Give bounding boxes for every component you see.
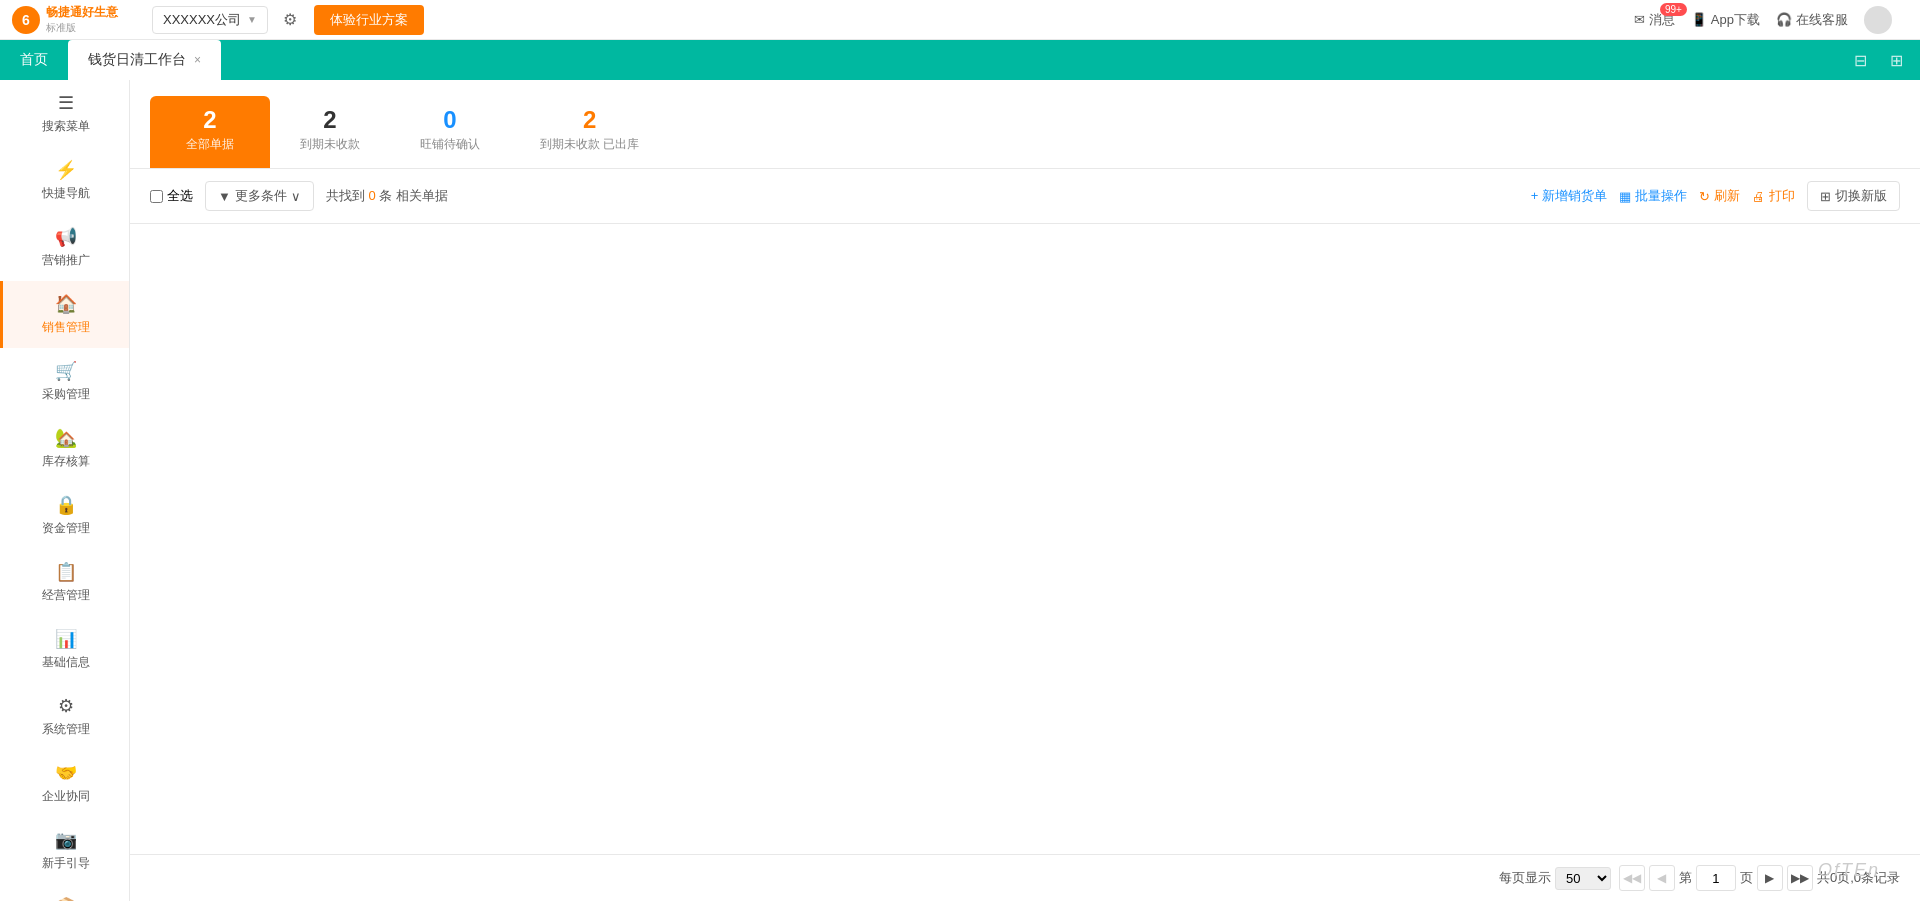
operations-icon: 📋: [55, 561, 77, 583]
user-avatar[interactable]: [1864, 6, 1892, 34]
select-all-checkbox[interactable]: 全选: [150, 187, 193, 205]
sidebar-item-quick-nav[interactable]: ⚡ 快捷导航: [0, 147, 129, 214]
page-size-selector: 每页显示 50 100 200: [1499, 867, 1611, 890]
minimize-icon[interactable]: ⊟: [1846, 46, 1874, 74]
main-layout: ☰ 搜索菜单 ⚡ 快捷导航 📢 营销推广 🏠 销售管理 🛒 采购管理 🏡 库存核…: [0, 80, 1920, 901]
pagination: 每页显示 50 100 200 ◀◀ ◀ 第 页 ▶ ▶▶ 共0页,0条记录: [130, 854, 1920, 901]
sidebar-item-operations[interactable]: 📋 经营管理: [0, 549, 129, 616]
app-download-icon: 📱: [1691, 12, 1707, 27]
stat-tab-pending[interactable]: 0 旺铺待确认: [390, 96, 510, 168]
maximize-icon[interactable]: ⊞: [1882, 46, 1910, 74]
sidebar-item-inventory[interactable]: 🏡 库存核算: [0, 415, 129, 482]
found-text: 共找到 0 条 相关单据: [326, 187, 448, 205]
message-button[interactable]: ✉ 消息 99+: [1634, 11, 1675, 29]
switch-new-version-button[interactable]: ⊞ 切换新版: [1807, 181, 1900, 211]
table-area: [130, 224, 1920, 854]
basic-info-icon: 📊: [55, 628, 77, 650]
message-icon: ✉: [1634, 12, 1645, 27]
stat-tab-all[interactable]: 2 全部单据: [150, 96, 270, 168]
sidebar-item-marketing[interactable]: 📢 营销推广: [0, 214, 129, 281]
first-page-button[interactable]: ◀◀: [1619, 865, 1645, 891]
prev-page-button[interactable]: ◀: [1649, 865, 1675, 891]
stat-tab-overdue[interactable]: 2 到期未收款: [270, 96, 390, 168]
search-menu-icon: ☰: [58, 92, 74, 114]
online-service-button[interactable]: 🎧 在线客服: [1776, 11, 1848, 29]
watermark-text: OfTEn: [1818, 860, 1880, 881]
app-center-icon: 📦: [55, 896, 77, 901]
toolbar: 全选 ▼ 更多条件 ∨ 共找到 0 条 相关单据 + 新增销货单 ▦ 批量操作: [130, 169, 1920, 224]
purchase-icon: 🛒: [55, 360, 77, 382]
tab-cash-daily[interactable]: 钱货日清工作台 ×: [68, 40, 221, 80]
add-sales-order-button[interactable]: + 新增销货单: [1531, 187, 1607, 205]
sales-icon: 🏠: [55, 293, 77, 315]
switch-icon: ⊞: [1820, 189, 1831, 204]
sidebar-item-cooperation[interactable]: 🤝 企业协同: [0, 750, 129, 817]
logo-area: 6 畅捷通好生意 标准版: [12, 4, 142, 35]
app-download-button[interactable]: 📱 App下载: [1691, 11, 1760, 29]
sidebar: ☰ 搜索菜单 ⚡ 快捷导航 📢 营销推广 🏠 销售管理 🛒 采购管理 🏡 库存核…: [0, 80, 130, 901]
quick-nav-icon: ⚡: [55, 159, 77, 181]
print-icon: 🖨: [1752, 189, 1765, 204]
stats-tabs: 2 全部单据 2 到期未收款 0 旺铺待确认 2 到期未收款 已出库: [130, 80, 1920, 169]
top-bar: 6 畅捷通好生意 标准版 XXXXXX公司 ▼ ⚙ 体验行业方案 ✉ 消息 99…: [0, 0, 1920, 40]
settings-icon[interactable]: ⚙: [276, 6, 304, 34]
print-button[interactable]: 🖨 打印: [1752, 187, 1795, 205]
refresh-icon: ↻: [1699, 189, 1710, 204]
tab-home[interactable]: 首页: [0, 40, 68, 80]
sidebar-item-sales[interactable]: 🏠 销售管理: [0, 281, 129, 348]
toolbar-right: + 新增销货单 ▦ 批量操作 ↻ 刷新 🖨 打印 ⊞ 切换新版: [1531, 181, 1900, 211]
next-page-button[interactable]: ▶: [1757, 865, 1783, 891]
filter-icon: ▼: [218, 189, 231, 204]
more-filter-button[interactable]: ▼ 更多条件 ∨: [205, 181, 314, 211]
tab-close-icon[interactable]: ×: [194, 53, 201, 67]
page-size-select-input[interactable]: 50 100 200: [1555, 867, 1611, 890]
filter-dropdown-icon: ∨: [291, 189, 301, 204]
content-area: 2 全部单据 2 到期未收款 0 旺铺待确认 2 到期未收款 已出库 全选: [130, 80, 1920, 901]
system-icon: ⚙: [58, 695, 74, 717]
sidebar-item-search-menu[interactable]: ☰ 搜索菜单: [0, 80, 129, 147]
batch-icon: ▦: [1619, 189, 1631, 204]
sidebar-item-system[interactable]: ⚙ 系统管理: [0, 683, 129, 750]
marketing-icon: 📢: [55, 226, 77, 248]
sidebar-item-capital[interactable]: 🔒 资金管理: [0, 482, 129, 549]
nav-tabs: 首页 钱货日清工作台 × ⊟ ⊞: [0, 40, 1920, 80]
capital-icon: 🔒: [55, 494, 77, 516]
logo-icon: 6: [12, 6, 40, 34]
message-badge: 99+: [1660, 3, 1687, 16]
page-number-input[interactable]: [1696, 865, 1736, 891]
headset-icon: 🎧: [1776, 12, 1792, 27]
top-right-actions: ✉ 消息 99+ 📱 App下载 🎧 在线客服: [1634, 6, 1908, 34]
sidebar-item-app-center[interactable]: 📦 应用中心: [0, 884, 129, 901]
experience-button[interactable]: 体验行业方案: [314, 5, 424, 35]
logo-text: 畅捷通好生意 标准版: [46, 4, 118, 35]
batch-operation-button[interactable]: ▦ 批量操作: [1619, 187, 1687, 205]
sidebar-item-basic-info[interactable]: 📊 基础信息: [0, 616, 129, 683]
last-page-button[interactable]: ▶▶: [1787, 865, 1813, 891]
stat-tab-shipped[interactable]: 2 到期未收款 已出库: [510, 96, 669, 168]
guide-icon: 📷: [55, 829, 77, 851]
sidebar-item-guide[interactable]: 📷 新手引导: [0, 817, 129, 884]
refresh-button[interactable]: ↻ 刷新: [1699, 187, 1740, 205]
select-all-input[interactable]: [150, 190, 163, 203]
inventory-icon: 🏡: [55, 427, 77, 449]
sidebar-item-purchase[interactable]: 🛒 采购管理: [0, 348, 129, 415]
company-selector[interactable]: XXXXXX公司 ▼: [152, 6, 268, 34]
nav-tab-actions: ⊟ ⊞: [1846, 46, 1920, 74]
company-dropdown-arrow: ▼: [247, 14, 257, 25]
cooperation-icon: 🤝: [55, 762, 77, 784]
